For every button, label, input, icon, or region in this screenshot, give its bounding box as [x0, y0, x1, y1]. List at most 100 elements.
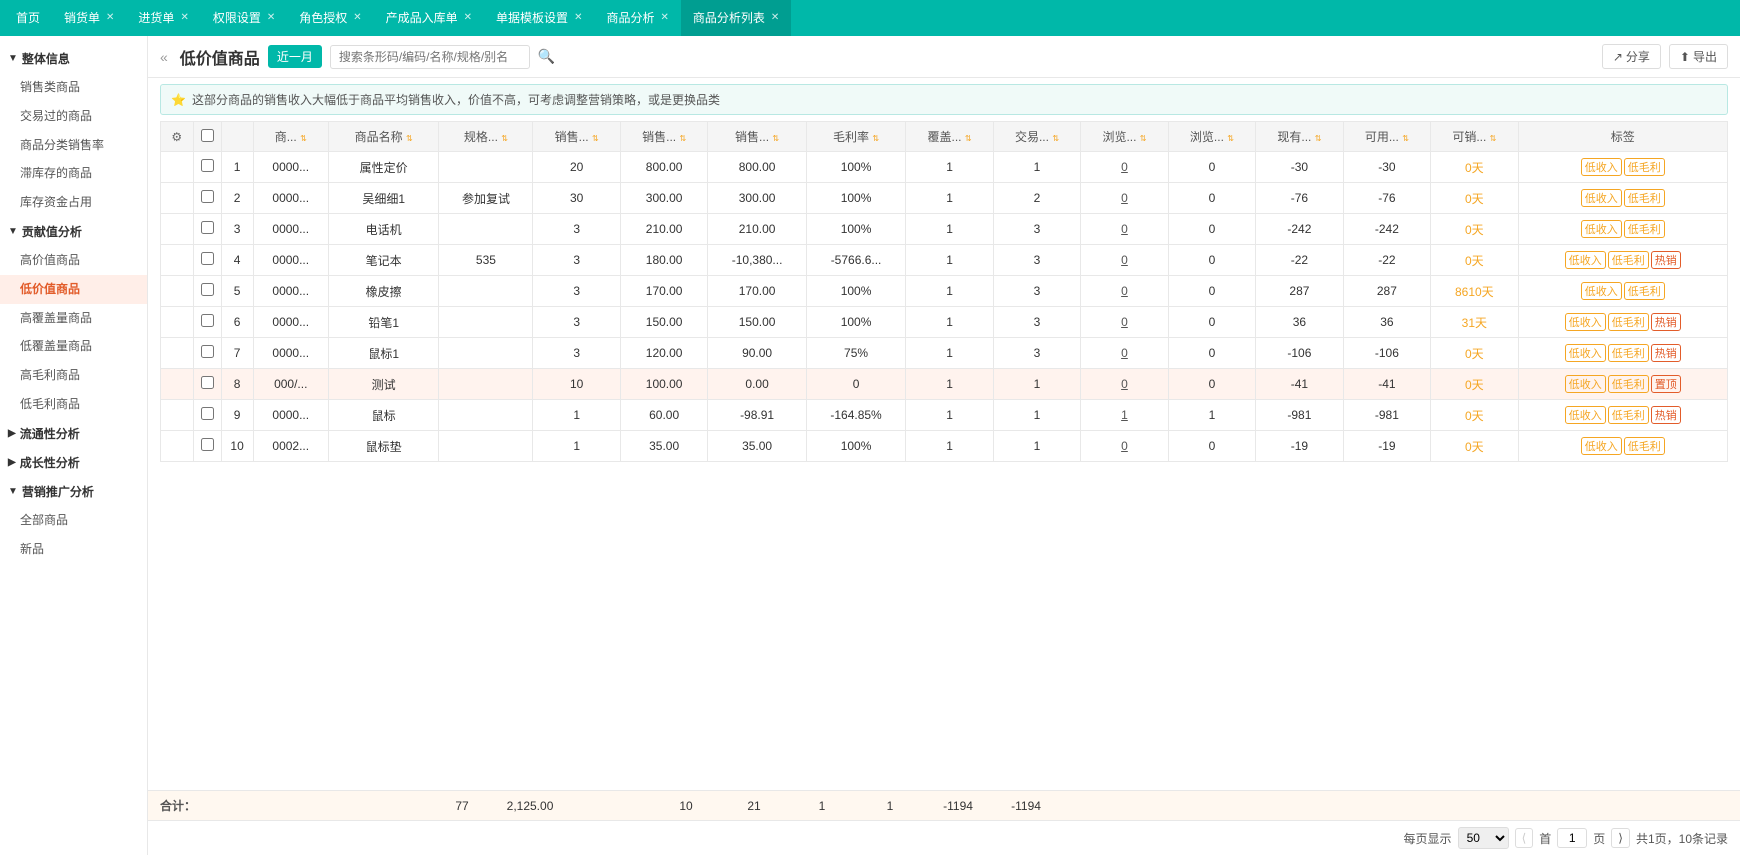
select-all-checkbox[interactable]	[201, 129, 214, 142]
row-checkbox[interactable]	[201, 376, 214, 389]
sidebar-item-high-coverage[interactable]: 高覆盖量商品	[0, 304, 147, 333]
checkbox-column-header[interactable]	[193, 122, 221, 152]
row-browse1[interactable]: 0	[1081, 338, 1168, 369]
browse1-column-header[interactable]: 浏览... ⇅	[1081, 122, 1168, 152]
export-button[interactable]: ⬆ 导出	[1669, 44, 1728, 69]
row-checkbox-cell[interactable]	[193, 245, 221, 276]
spec-column-header[interactable]: 规格... ⇅	[439, 122, 533, 152]
nav-home[interactable]: 首页	[4, 0, 52, 36]
row-settings[interactable]	[161, 400, 194, 431]
row-browse1[interactable]: 0	[1081, 431, 1168, 462]
sidebar-item-sales-products[interactable]: 销售类商品	[0, 73, 147, 102]
row-browse1[interactable]: 0	[1081, 369, 1168, 400]
close-icon[interactable]: ✕	[180, 0, 188, 36]
sidebar-item-high-value[interactable]: 高价值商品	[0, 246, 147, 275]
sales-price-column-header[interactable]: 销售... ⇅	[620, 122, 707, 152]
page-input[interactable]	[1557, 828, 1587, 848]
sidebar-section-growth[interactable]: ▶ 成长性分析	[0, 448, 147, 477]
sidebar-item-new-products[interactable]: 新品	[0, 535, 147, 564]
sidebar-item-low-value[interactable]: 低价值商品	[0, 275, 147, 304]
sort-icon[interactable]: ⇅	[501, 134, 508, 143]
row-checkbox-cell[interactable]	[193, 400, 221, 431]
nav-role-auth[interactable]: 角色授权 ✕	[287, 0, 373, 36]
row-checkbox[interactable]	[201, 345, 214, 358]
row-settings[interactable]	[161, 152, 194, 183]
sidebar-item-inventory-capital[interactable]: 库存资金占用	[0, 188, 147, 217]
close-icon[interactable]: ✕	[464, 0, 472, 36]
row-settings[interactable]	[161, 183, 194, 214]
settings-column-header[interactable]: ⚙	[161, 122, 194, 152]
close-icon[interactable]: ✕	[267, 0, 275, 36]
sidebar-item-low-coverage[interactable]: 低覆盖量商品	[0, 332, 147, 361]
sidebar-section-circulation[interactable]: ▶ 流通性分析	[0, 419, 147, 448]
browse1-value[interactable]: 0	[1121, 222, 1128, 236]
browse1-value[interactable]: 0	[1121, 439, 1128, 453]
nav-finished-goods[interactable]: 产成品入库单 ✕	[374, 0, 484, 36]
settings-icon[interactable]: ⚙	[171, 130, 182, 144]
sort-icon[interactable]: ⇅	[872, 134, 879, 143]
close-icon[interactable]: ✕	[574, 0, 582, 36]
row-checkbox-cell[interactable]	[193, 369, 221, 400]
nav-permissions[interactable]: 权限设置 ✕	[201, 0, 287, 36]
available-column-header[interactable]: 可用... ⇅	[1343, 122, 1430, 152]
row-browse1[interactable]: 0	[1081, 214, 1168, 245]
browse1-value[interactable]: 1	[1121, 408, 1128, 422]
sidebar-item-low-margin[interactable]: 低毛利商品	[0, 390, 147, 419]
row-browse1[interactable]: 1	[1081, 400, 1168, 431]
browse1-value[interactable]: 0	[1121, 346, 1128, 360]
row-checkbox[interactable]	[201, 159, 214, 172]
row-browse1[interactable]: 0	[1081, 245, 1168, 276]
row-checkbox[interactable]	[201, 190, 214, 203]
nav-purchase-order[interactable]: 进货单 ✕	[126, 0, 200, 36]
row-checkbox-cell[interactable]	[193, 338, 221, 369]
sales-amount-column-header[interactable]: 销售... ⇅	[708, 122, 806, 152]
search-input[interactable]	[330, 45, 530, 69]
share-button[interactable]: ↗ 分享	[1602, 44, 1661, 69]
row-browse1[interactable]: 0	[1081, 276, 1168, 307]
sort-icon[interactable]: ⇅	[1052, 134, 1059, 143]
sort-icon[interactable]: ⇅	[1315, 134, 1322, 143]
sidebar-item-all-products[interactable]: 全部商品	[0, 506, 147, 535]
nav-product-analysis[interactable]: 商品分析 ✕	[594, 0, 680, 36]
row-checkbox-cell[interactable]	[193, 276, 221, 307]
first-page-button[interactable]: ⟨	[1515, 828, 1534, 848]
browse1-value[interactable]: 0	[1121, 160, 1128, 174]
name-column-header[interactable]: 商品名称 ⇅	[328, 122, 439, 152]
sidebar-section-contribution[interactable]: ▼ 贡献值分析	[0, 217, 147, 246]
row-checkbox[interactable]	[201, 438, 214, 451]
browse2-column-header[interactable]: 浏览... ⇅	[1168, 122, 1255, 152]
row-settings[interactable]	[161, 214, 194, 245]
browse1-value[interactable]: 0	[1121, 253, 1128, 267]
sidebar-section-marketing[interactable]: ▼ 营销推广分析	[0, 477, 147, 506]
row-checkbox-cell[interactable]	[193, 214, 221, 245]
sidebar-item-high-margin[interactable]: 高毛利商品	[0, 361, 147, 390]
collapse-button[interactable]: «	[160, 49, 168, 65]
row-settings[interactable]	[161, 338, 194, 369]
sort-icon[interactable]: ⇅	[406, 134, 413, 143]
row-settings[interactable]	[161, 431, 194, 462]
next-page-button[interactable]: ⟩	[1611, 828, 1630, 848]
close-icon[interactable]: ✕	[660, 0, 668, 36]
close-icon[interactable]: ✕	[353, 0, 361, 36]
gross-rate-column-header[interactable]: 毛利率 ⇅	[806, 122, 906, 152]
browse1-value[interactable]: 0	[1121, 315, 1128, 329]
row-checkbox-cell[interactable]	[193, 152, 221, 183]
row-checkbox-cell[interactable]	[193, 431, 221, 462]
current-stock-column-header[interactable]: 现有... ⇅	[1256, 122, 1343, 152]
sidebar-item-traded-products[interactable]: 交易过的商品	[0, 102, 147, 131]
close-icon[interactable]: ✕	[771, 0, 779, 36]
row-browse1[interactable]: 0	[1081, 307, 1168, 338]
row-settings[interactable]	[161, 369, 194, 400]
sort-icon[interactable]: ⇅	[1227, 134, 1234, 143]
tab-recent-month[interactable]: 近一月	[268, 45, 322, 68]
row-checkbox[interactable]	[201, 314, 214, 327]
browse1-value[interactable]: 0	[1121, 377, 1128, 391]
browse1-value[interactable]: 0	[1121, 284, 1128, 298]
row-settings[interactable]	[161, 245, 194, 276]
sort-icon[interactable]: ⇅	[1402, 134, 1409, 143]
sort-icon[interactable]: ⇅	[1490, 134, 1497, 143]
row-checkbox-cell[interactable]	[193, 307, 221, 338]
sort-icon[interactable]: ⇅	[679, 134, 686, 143]
row-browse1[interactable]: 0	[1081, 183, 1168, 214]
close-icon[interactable]: ✕	[106, 0, 114, 36]
